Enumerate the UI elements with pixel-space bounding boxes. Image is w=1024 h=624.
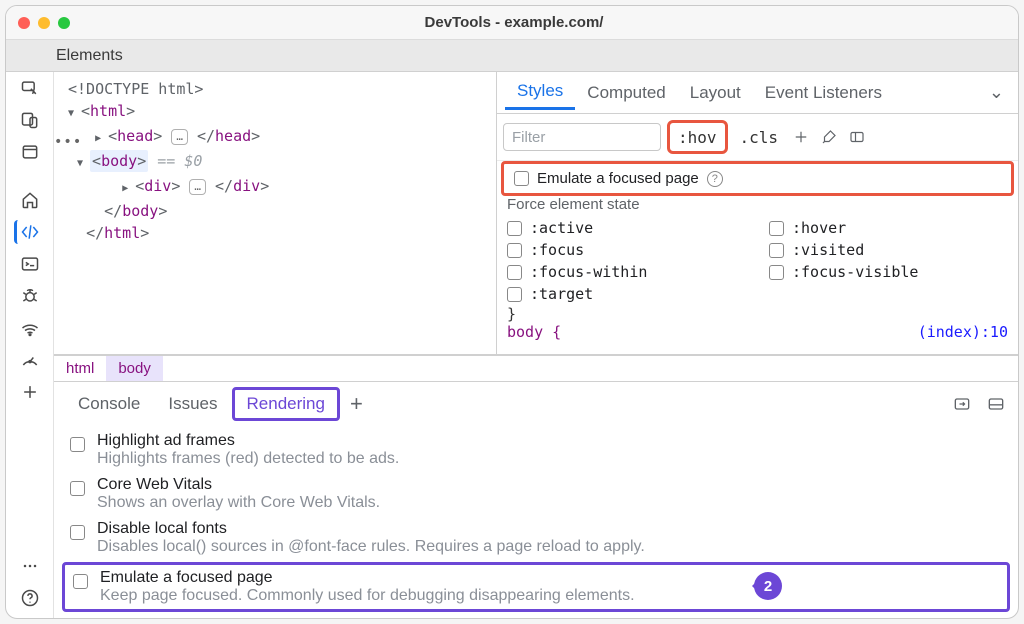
collapsed-dots-icon[interactable]: … — [171, 129, 188, 145]
drawer: Console Issues Rendering + Highlight ad … — [54, 381, 1018, 618]
drawer-tab-issues[interactable]: Issues — [154, 388, 231, 420]
dom-breadcrumbs: html body — [54, 355, 1018, 381]
emulate-focused-page-checkbox[interactable] — [73, 574, 88, 589]
state-focus-within-label: :focus-within — [530, 263, 647, 281]
performance-icon[interactable] — [16, 348, 44, 372]
elements-icon[interactable] — [14, 220, 42, 244]
help-icon[interactable]: ? — [707, 171, 723, 187]
window-icon[interactable] — [16, 140, 44, 164]
tab-computed[interactable]: Computed — [575, 77, 677, 109]
state-visited-checkbox[interactable] — [769, 243, 784, 258]
core-web-vitals-checkbox[interactable] — [70, 481, 85, 496]
emulate-focused-row: Emulate a focused page ? — [501, 161, 1014, 196]
body-tag-selected[interactable]: body — [101, 152, 137, 170]
titlebar: DevTools - example.com/ — [6, 6, 1018, 40]
selected-node-ref: == $0 — [148, 152, 202, 170]
div-tag[interactable]: div — [144, 177, 171, 195]
doctype-node[interactable]: <!DOCTYPE html> — [68, 80, 203, 98]
hov-toggle-button[interactable]: :hov — [667, 120, 728, 154]
new-style-rule-icon[interactable] — [790, 126, 812, 148]
highlight-ad-frames-desc: Highlights frames (red) detected to be a… — [97, 450, 399, 468]
state-hover-label: :hover — [792, 219, 846, 237]
state-focus-visible-checkbox[interactable] — [769, 265, 784, 280]
state-active-checkbox[interactable] — [507, 221, 522, 236]
emulate-focused-checkbox[interactable] — [514, 171, 529, 186]
html-close-tag[interactable]: html — [104, 224, 140, 242]
disable-local-fonts-title: Disable local fonts — [97, 520, 645, 538]
styles-filter-input[interactable] — [503, 123, 661, 151]
window-title: DevTools - example.com/ — [22, 14, 1006, 31]
left-sidebar — [6, 72, 54, 618]
highlight-ad-frames-title: Highlight ad frames — [97, 432, 399, 450]
state-active-label: :active — [530, 219, 593, 237]
inspect-icon[interactable] — [16, 76, 44, 100]
state-focus-label: :focus — [530, 241, 584, 259]
devtools-window: DevTools - example.com/ Elements — [5, 5, 1019, 619]
emulate-focused-page-desc: Keep page focused. Commonly used for deb… — [100, 587, 635, 605]
dock-drawer-icon[interactable] — [984, 392, 1008, 416]
state-focus-within-checkbox[interactable] — [507, 265, 522, 280]
main-tabs: Elements — [6, 40, 1018, 72]
html-open-tag[interactable]: html — [90, 102, 126, 120]
bug-icon[interactable] — [16, 284, 44, 308]
more-icon[interactable] — [16, 554, 44, 578]
crumb-html[interactable]: html — [54, 356, 106, 381]
emulate-focused-label: Emulate a focused page — [537, 170, 699, 187]
gutter-more-icon[interactable]: ••• — [54, 134, 82, 150]
drawer-tab-rendering[interactable]: Rendering — [232, 387, 340, 421]
core-web-vitals-title: Core Web Vitals — [97, 476, 380, 494]
core-web-vitals-desc: Shows an overlay with Core Web Vitals. — [97, 494, 380, 512]
collapsed-dots-icon[interactable]: … — [189, 179, 206, 195]
force-state-grid: :active :hover :focus :visited :focus-wi… — [497, 217, 1018, 305]
drawer-tab-console[interactable]: Console — [64, 388, 154, 420]
chevron-down-icon[interactable]: ⌄ — [983, 82, 1010, 103]
rendering-panel: Highlight ad frames Highlights frames (r… — [54, 426, 1018, 618]
disable-local-fonts-desc: Disables local() sources in @font-face r… — [97, 538, 645, 556]
home-icon[interactable] — [16, 188, 44, 212]
paintbrush-icon[interactable] — [818, 126, 840, 148]
expand-drawer-icon[interactable] — [950, 392, 974, 416]
dom-tree[interactable]: ••• <!DOCTYPE html> ▼<html> ▶<head> … </… — [54, 72, 496, 354]
cls-toggle-button[interactable]: .cls — [734, 126, 785, 149]
head-tag[interactable]: head — [117, 127, 153, 145]
help-icon[interactable] — [16, 586, 44, 610]
disable-local-fonts-checkbox[interactable] — [70, 525, 85, 540]
css-rule-source[interactable]: (index):10 — [918, 323, 1008, 341]
toggle-sidebar-icon[interactable] — [846, 126, 868, 148]
body-close-tag[interactable]: body — [122, 202, 158, 220]
tab-layout[interactable]: Layout — [678, 77, 753, 109]
crumb-body[interactable]: body — [106, 356, 163, 381]
callout-2: 2 — [754, 572, 782, 600]
tab-elements[interactable]: Elements — [56, 47, 123, 65]
state-target-checkbox[interactable] — [507, 287, 522, 302]
tab-styles[interactable]: Styles — [505, 75, 575, 110]
state-hover-checkbox[interactable] — [769, 221, 784, 236]
styles-panel: Styles Computed Layout Event Listeners ⌄… — [496, 72, 1018, 354]
drawer-add-tab-icon[interactable]: + — [340, 391, 373, 417]
tab-event-listeners[interactable]: Event Listeners — [753, 77, 894, 109]
state-visited-label: :visited — [792, 241, 864, 259]
network-icon[interactable] — [16, 316, 44, 340]
add-icon[interactable] — [16, 380, 44, 404]
state-target-label: :target — [530, 285, 593, 303]
css-brace: } — [497, 305, 1018, 323]
state-focus-checkbox[interactable] — [507, 243, 522, 258]
highlight-ad-frames-checkbox[interactable] — [70, 437, 85, 452]
css-rule-selector[interactable]: body { — [507, 323, 561, 341]
device-icon[interactable] — [16, 108, 44, 132]
console-icon[interactable] — [16, 252, 44, 276]
state-focus-visible-label: :focus-visible — [792, 263, 918, 281]
emulate-focused-page-title: Emulate a focused page — [100, 569, 635, 587]
